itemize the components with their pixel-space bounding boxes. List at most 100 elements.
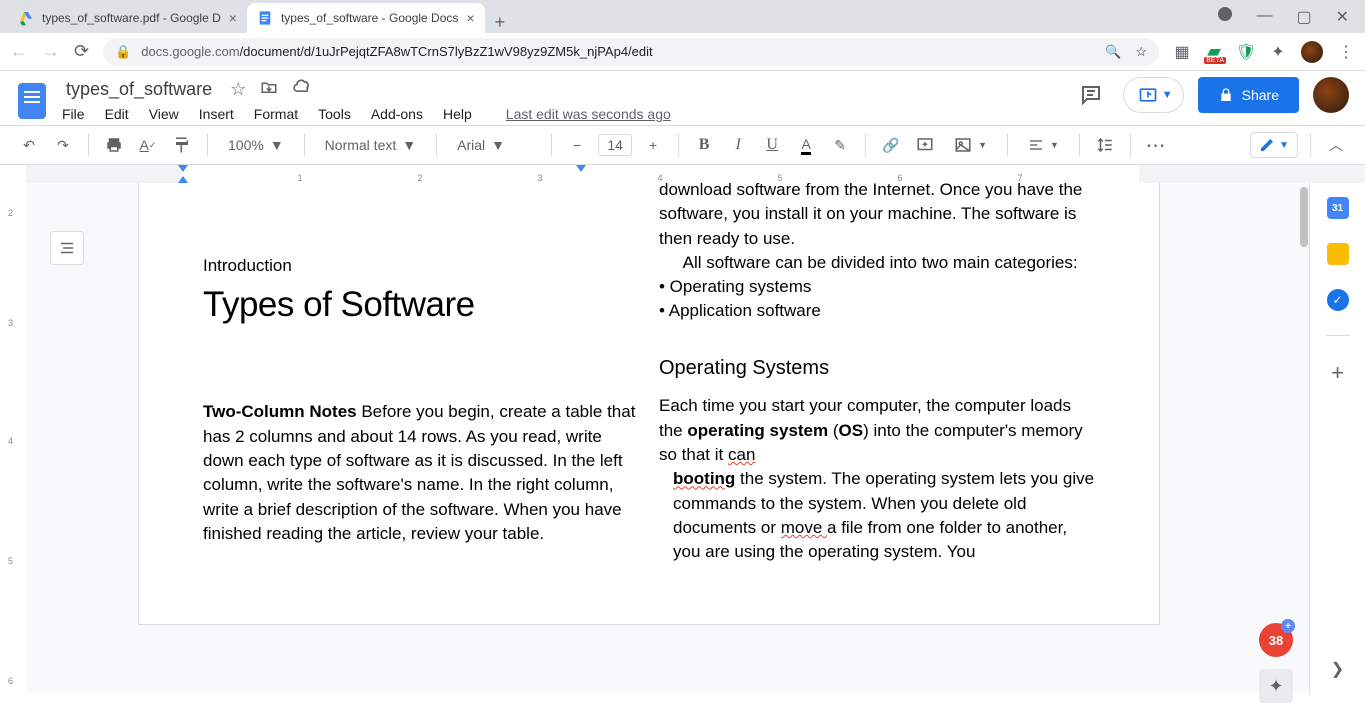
intro-label: Introduction (203, 254, 639, 278)
highlight-button[interactable]: ✎ (827, 131, 853, 159)
notification-badge[interactable]: 38 (1259, 623, 1293, 657)
horizontal-ruler[interactable]: 1 2 3 4 5 6 7 (26, 165, 1365, 183)
body-paragraph: download software from the Internet. Onc… (659, 183, 1095, 251)
menu-view[interactable]: View (149, 104, 179, 124)
menu-insert[interactable]: Insert (199, 104, 234, 124)
maximize-button[interactable]: ▢ (1296, 7, 1311, 27)
insert-comment-button[interactable] (912, 131, 938, 159)
address-bar[interactable]: 🔒 docs.google.com/document/d/1uJrPejqtZF… (103, 38, 1159, 66)
collapse-toolbar-button[interactable]: ︿ (1323, 131, 1349, 159)
collapse-sidepanel-button[interactable]: ❯ (1331, 659, 1344, 679)
extension-icon[interactable]: 🛡 (1237, 43, 1255, 61)
menu-bar: File Edit View Insert Format Tools Add-o… (62, 104, 671, 124)
extension-icon[interactable]: ▦ (1173, 43, 1191, 61)
side-panel: + ❯ (1309, 183, 1365, 693)
menu-file[interactable]: File (62, 104, 85, 124)
bold-button[interactable]: B (691, 131, 717, 159)
close-window-button[interactable]: ✕ (1336, 7, 1349, 27)
account-avatar[interactable] (1313, 77, 1349, 113)
comments-button[interactable] (1073, 77, 1109, 113)
print-button[interactable] (101, 131, 127, 159)
document-title[interactable]: types_of_software (62, 77, 216, 102)
column-right[interactable]: download software from the Internet. Onc… (659, 183, 1095, 564)
insert-link-button[interactable]: 🔗 (878, 131, 904, 159)
underline-button[interactable]: U (759, 131, 785, 159)
left-indent-marker[interactable] (178, 165, 188, 172)
menu-tools[interactable]: Tools (318, 104, 351, 124)
first-line-indent-marker[interactable] (178, 176, 188, 183)
document-canvas[interactable]: Introduction Types of Software Two-Colum… (26, 183, 1309, 693)
browser-tab-drive[interactable]: types_of_software.pdf - Google D × (8, 3, 247, 33)
back-button[interactable]: ← (10, 41, 28, 62)
last-edit-link[interactable]: Last edit was seconds ago (506, 106, 671, 122)
move-icon[interactable] (260, 78, 278, 101)
forward-button[interactable]: → (42, 41, 60, 62)
document-page[interactable]: Introduction Types of Software Two-Colum… (138, 183, 1160, 625)
bookmark-icon[interactable]: ☆ (1135, 44, 1147, 60)
chrome-menu-icon[interactable]: ⋮ (1337, 43, 1355, 61)
calendar-icon[interactable] (1327, 197, 1349, 219)
docs-home-button[interactable] (12, 77, 52, 125)
menu-format[interactable]: Format (254, 104, 298, 124)
vertical-ruler[interactable]: 2 3 4 5 6 (0, 183, 26, 693)
docs-header: types_of_software ☆ File Edit View Inser… (0, 71, 1365, 125)
line-spacing-button[interactable] (1092, 131, 1118, 159)
text-color-button[interactable]: A (793, 131, 819, 159)
body-paragraph: All software can be divided into two mai… (659, 251, 1095, 275)
more-tools-button[interactable]: ⋯ (1143, 131, 1169, 159)
editing-mode-button[interactable]: ▼ (1250, 132, 1298, 158)
browser-tab-strip: types_of_software.pdf - Google D × types… (0, 0, 1365, 33)
insert-image-button[interactable]: ▼ (946, 136, 995, 154)
zoom-icon[interactable]: 🔍 (1105, 44, 1121, 60)
tab-title: types_of_software.pdf - Google D (42, 11, 221, 25)
show-outline-button[interactable] (50, 231, 84, 265)
drive-icon (18, 10, 34, 26)
menu-addons[interactable]: Add-ons (371, 104, 423, 124)
decrease-font-size-button[interactable]: − (564, 131, 590, 159)
align-button[interactable]: ▼ (1020, 137, 1067, 153)
bullet-item: • Application software (659, 299, 1095, 323)
paint-format-button[interactable] (169, 131, 195, 159)
lock-icon: 🔒 (115, 44, 131, 60)
body-paragraph: booting the system. The operating system… (659, 467, 1095, 564)
close-icon[interactable]: × (466, 10, 474, 26)
font-size-input[interactable]: 14 (598, 134, 632, 156)
body-paragraph: Two-Column Notes Before you begin, creat… (203, 400, 639, 546)
new-tab-button[interactable]: + (485, 12, 516, 33)
extensions-puzzle-icon[interactable]: ✦ (1269, 43, 1287, 61)
add-addon-button[interactable]: + (1331, 360, 1344, 386)
reload-button[interactable]: ⟳ (74, 41, 89, 62)
formatting-toolbar: ↶ ↷ A✓ 100%▼ Normal text▼ Arial▼ − 14 + … (0, 125, 1365, 165)
paragraph-style-select[interactable]: Normal text▼ (317, 137, 424, 153)
column-left[interactable]: Introduction Types of Software Two-Colum… (203, 183, 639, 564)
italic-button[interactable]: I (725, 131, 751, 159)
vertical-scrollbar[interactable] (1300, 187, 1308, 247)
window-controls: — ▢ ✕ (1218, 7, 1365, 33)
page-title: Types of Software (203, 280, 639, 330)
redo-button[interactable]: ↷ (50, 131, 76, 159)
menu-help[interactable]: Help (443, 104, 472, 124)
account-icon[interactable] (1218, 7, 1232, 21)
browser-toolbar: ← → ⟳ 🔒 docs.google.com/document/d/1uJrP… (0, 33, 1365, 71)
spellcheck-button[interactable]: A✓ (135, 131, 161, 159)
keep-icon[interactable] (1327, 243, 1349, 265)
undo-button[interactable]: ↶ (16, 131, 42, 159)
font-select[interactable]: Arial▼ (449, 137, 539, 153)
tasks-icon[interactable] (1327, 289, 1349, 311)
close-icon[interactable]: × (229, 10, 237, 26)
right-indent-marker[interactable] (576, 165, 586, 172)
present-button[interactable]: ▼ (1123, 77, 1184, 113)
minimize-button[interactable]: — (1256, 7, 1272, 27)
menu-edit[interactable]: Edit (105, 104, 129, 124)
extension-icon[interactable]: ▰BETA (1205, 43, 1223, 61)
increase-font-size-button[interactable]: + (640, 131, 666, 159)
profile-avatar[interactable] (1301, 41, 1323, 63)
cloud-status-icon[interactable] (292, 77, 312, 102)
zoom-select[interactable]: 100%▼ (220, 137, 292, 153)
explore-button[interactable]: ✦ (1259, 669, 1293, 703)
share-button[interactable]: Share (1198, 77, 1299, 113)
extensions-area: ▦ ▰BETA 🛡 ✦ ⋮ (1173, 41, 1355, 63)
browser-tab-docs[interactable]: types_of_software - Google Docs × (247, 3, 485, 33)
section-heading: Operating Systems (659, 354, 1095, 383)
star-icon[interactable]: ☆ (230, 79, 246, 100)
